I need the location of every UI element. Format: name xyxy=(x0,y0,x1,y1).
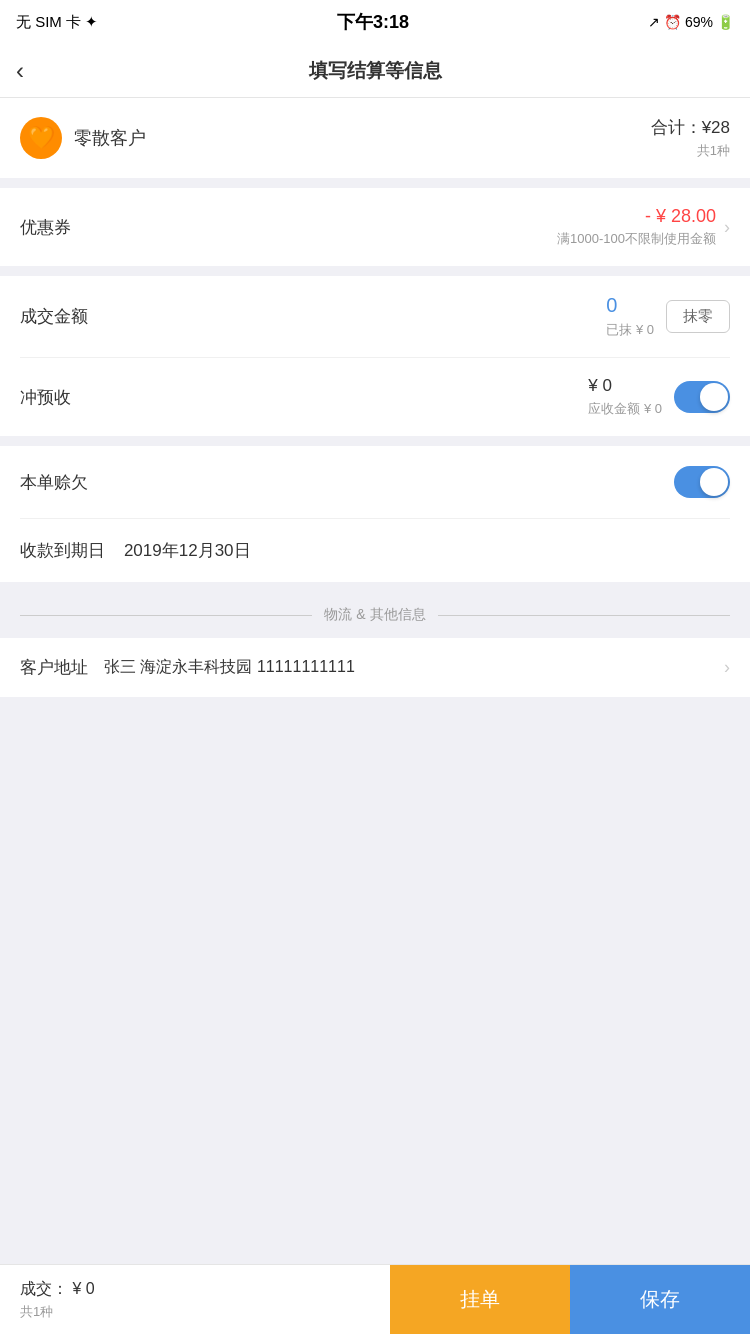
customer-name: 零散客户 xyxy=(74,126,146,150)
round-off-button[interactable]: 抹零 xyxy=(666,300,730,333)
coupon-amount: - ¥ 28.00 xyxy=(557,206,716,227)
avatar-icon: 🧡 xyxy=(28,125,55,151)
prepay-right: ¥ 0 应收金额 ¥ 0 xyxy=(588,376,730,418)
debit-toggle-knob xyxy=(700,468,728,496)
save-button[interactable]: 保存 xyxy=(570,1265,750,1335)
due-date-row: 收款到期日 2019年12月30日 xyxy=(20,519,730,582)
prepay-label: 冲预收 xyxy=(20,386,71,409)
alarm-icon: ⏰ xyxy=(664,14,681,30)
address-label: 客户地址 xyxy=(20,656,88,679)
prepay-amount: ¥ 0 xyxy=(588,376,662,396)
prepay-row: 冲预收 ¥ 0 应收金额 ¥ 0 xyxy=(20,358,730,436)
customer-left: 🧡 零散客户 xyxy=(20,117,146,159)
customer-header: 🧡 零散客户 合计：¥28 共1种 xyxy=(0,98,750,178)
coupon-label: 优惠券 xyxy=(20,216,71,239)
debit-row: 本单赊欠 xyxy=(20,446,730,519)
transaction-amount-container: 0 已抹 ¥ 0 xyxy=(606,294,654,339)
coupon-right: - ¥ 28.00 满1000-100不限制使用金额 › xyxy=(557,206,730,248)
transaction-amount-value: 0 xyxy=(606,294,654,317)
status-right: ↗ ⏰ 69% 🔋 xyxy=(648,14,734,30)
logistics-title: 物流 & 其他信息 xyxy=(324,606,425,624)
battery-level: 69% xyxy=(685,14,713,30)
transaction-amount-row: 成交金额 0 已抹 ¥ 0 抹零 xyxy=(20,276,730,358)
prepay-toggle[interactable] xyxy=(674,381,730,413)
coupon-desc: 满1000-100不限制使用金额 xyxy=(557,230,716,248)
already-rounded-text: 已抹 ¥ 0 xyxy=(606,321,654,339)
bottom-spacer xyxy=(0,707,750,787)
address-section[interactable]: 客户地址 张三 海淀永丰科技园 11111111111 › xyxy=(0,638,750,697)
debit-label: 本单赊欠 xyxy=(20,471,88,494)
toggle-knob xyxy=(700,383,728,411)
customer-total: 合计：¥28 xyxy=(651,116,730,139)
bottom-bar: 成交： ¥ 0 共1种 挂单 保存 xyxy=(0,1264,750,1334)
page-title: 填写结算等信息 xyxy=(309,58,442,84)
customer-count: 共1种 xyxy=(651,142,730,160)
battery-icon: 🔋 xyxy=(717,14,734,30)
transaction-amount-right: 0 已抹 ¥ 0 抹零 xyxy=(606,294,730,339)
sim-status: 无 SIM 卡 ✦ xyxy=(16,13,98,32)
address-chevron-icon: › xyxy=(724,657,730,678)
chevron-right-icon: › xyxy=(724,217,730,238)
transaction-amount-label: 成交金额 xyxy=(20,305,88,328)
hang-order-button[interactable]: 挂单 xyxy=(390,1265,570,1335)
coupon-section[interactable]: 优惠券 - ¥ 28.00 满1000-100不限制使用金额 › xyxy=(0,188,750,266)
content-area: 🧡 零散客户 合计：¥28 共1种 优惠券 - ¥ 28.00 满1000-10… xyxy=(0,98,750,787)
bottom-summary-count: 共1种 xyxy=(20,1303,370,1321)
transaction-section: 成交金额 0 已抹 ¥ 0 抹零 冲预收 ¥ 0 应收金额 ¥ 0 xyxy=(0,276,750,436)
due-date-label: 收款到期日 2019年12月30日 xyxy=(20,541,251,560)
coupon-info: - ¥ 28.00 满1000-100不限制使用金额 xyxy=(557,206,716,248)
customer-right: 合计：¥28 共1种 xyxy=(651,116,730,160)
logistics-header: 物流 & 其他信息 xyxy=(0,592,750,638)
status-bar: 无 SIM 卡 ✦ 下午3:18 ↗ ⏰ 69% 🔋 xyxy=(0,0,750,44)
avatar: 🧡 xyxy=(20,117,62,159)
debit-section: 本单赊欠 收款到期日 2019年12月30日 xyxy=(0,446,750,582)
debit-toggle[interactable] xyxy=(674,466,730,498)
nav-bar: ‹ 填写结算等信息 xyxy=(0,44,750,98)
bottom-summary: 成交： ¥ 0 共1种 xyxy=(0,1279,390,1321)
prepay-amount-container: ¥ 0 应收金额 ¥ 0 xyxy=(588,376,662,418)
prepay-receivable: 应收金额 ¥ 0 xyxy=(588,400,662,418)
address-value: 张三 海淀永丰科技园 11111111111 xyxy=(104,657,716,678)
due-date-value: 2019年12月30日 xyxy=(124,541,251,560)
bottom-summary-top: 成交： ¥ 0 xyxy=(20,1279,370,1300)
bottom-summary-label: 成交： xyxy=(20,1280,68,1297)
location-icon: ↗ xyxy=(648,14,660,30)
back-button[interactable]: ‹ xyxy=(16,57,24,85)
status-left: 无 SIM 卡 ✦ xyxy=(16,13,98,32)
status-time: 下午3:18 xyxy=(337,10,409,34)
bottom-summary-amount: ¥ 0 xyxy=(72,1280,94,1297)
